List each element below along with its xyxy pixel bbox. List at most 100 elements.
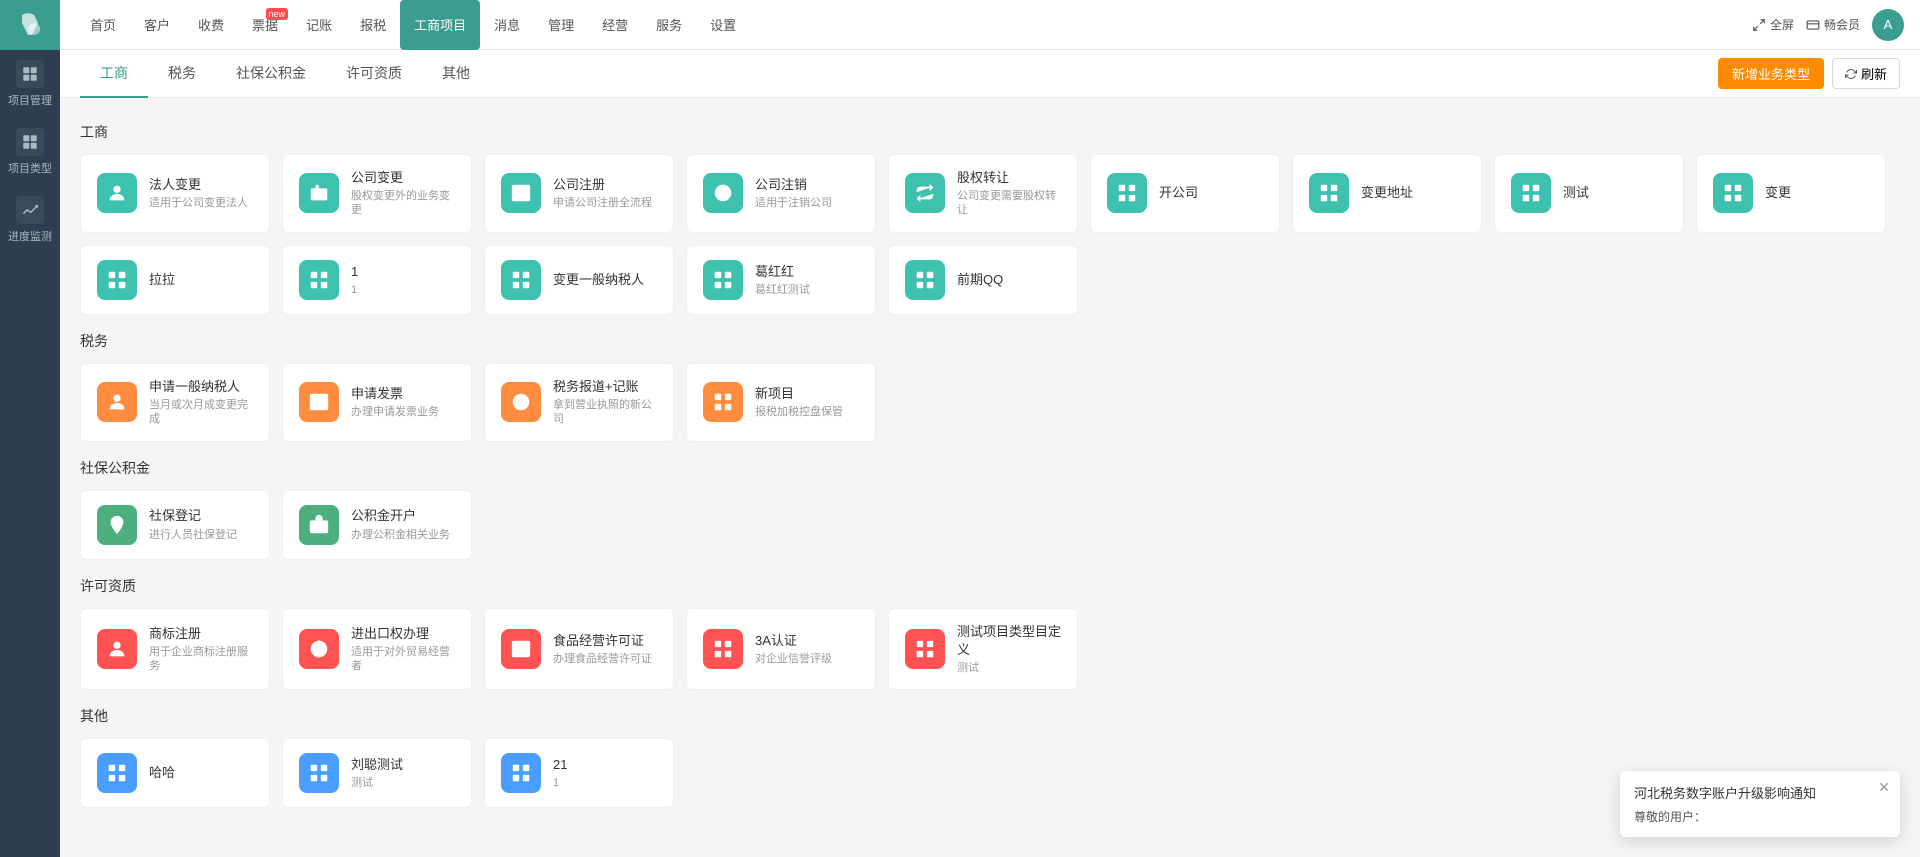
- card-title: 刘聪测试: [351, 756, 455, 774]
- card-desc: 办理公积金相关业务: [351, 528, 455, 542]
- nav-industry[interactable]: 工商项目: [400, 0, 480, 50]
- fullscreen-btn[interactable]: 全屏: [1752, 16, 1794, 33]
- card-food-permit[interactable]: 食品经营许可证 办理食品经营许可证: [484, 608, 674, 691]
- card-ge-honghong[interactable]: 葛红红 葛红红测试: [686, 245, 876, 315]
- new-type-button[interactable]: 新增业务类型: [1718, 58, 1824, 89]
- card-icon-import-export: [299, 629, 339, 669]
- card-lala[interactable]: 拉拉: [80, 245, 270, 315]
- card-icon-change2: [1713, 173, 1753, 213]
- card-test[interactable]: 测试: [1494, 154, 1684, 233]
- card-icon-lala: [97, 260, 137, 300]
- card-trademark[interactable]: 商标注册 用于企业商标注册服务: [80, 608, 270, 691]
- card-open-company[interactable]: 开公司: [1090, 154, 1280, 233]
- nav-message[interactable]: 消息: [480, 0, 534, 50]
- nav-service[interactable]: 服务: [642, 0, 696, 50]
- nav-customer[interactable]: 客户: [130, 0, 184, 50]
- tab-social[interactable]: 社保公积金: [216, 50, 326, 98]
- card-change-address[interactable]: 变更地址: [1292, 154, 1482, 233]
- content-header: 工商 税务 社保公积金 许可资质 其他 新增业务类型 刷新: [60, 50, 1920, 98]
- card-text-food-permit: 食品经营许可证 办理食品经营许可证: [553, 632, 657, 666]
- card-social-register[interactable]: 社保登记 进行人员社保登记: [80, 490, 270, 560]
- card-desc: 当月或次月成变更完成: [149, 398, 253, 427]
- card-front-qq[interactable]: 前期QQ: [888, 245, 1078, 315]
- card-company-register[interactable]: 公司注册 申请公司注册全流程: [484, 154, 674, 233]
- section-title-permit: 许可资质: [80, 576, 1900, 596]
- card-desc: 葛红红测试: [755, 283, 859, 297]
- card-change-taxpayer[interactable]: 变更一般纳税人: [484, 245, 674, 315]
- card-icon-social-register: [97, 505, 137, 545]
- card-liuchao-test[interactable]: 刘聪测试 测试: [282, 738, 472, 808]
- card-import-export[interactable]: 进出口权办理 适用于对外贸易经营者: [282, 608, 472, 691]
- card-apply-invoice[interactable]: 申请发票 办理申请发票业务: [282, 363, 472, 442]
- card-text-social-register: 社保登记 进行人员社保登记: [149, 507, 253, 541]
- card-num1[interactable]: 1 1: [282, 245, 472, 315]
- card-tax-report[interactable]: 税务报道+记账 拿到营业执照的新公司: [484, 363, 674, 442]
- nav-accounting[interactable]: 记账: [292, 0, 346, 50]
- nav-operation[interactable]: 经营: [588, 0, 642, 50]
- card-fund-open[interactable]: 公积金开户 办理公积金相关业务: [282, 490, 472, 560]
- card-icon-company-register: [501, 173, 541, 213]
- card-new-project[interactable]: 新项目 报税加税控盘保管: [686, 363, 876, 442]
- card-title: 税务报道+记账: [553, 378, 657, 396]
- card-desc: 适用于注销公司: [755, 196, 859, 210]
- tab-other[interactable]: 其他: [422, 50, 490, 98]
- nav-ticket[interactable]: 票据 new: [238, 0, 292, 50]
- card-3a-cert[interactable]: 3A认证 对企业信誉评级: [686, 608, 876, 691]
- card-text-apply-invoice: 申请发票 办理申请发票业务: [351, 385, 455, 419]
- nav-tax[interactable]: 报税: [346, 0, 400, 50]
- card-num21[interactable]: 21 1: [484, 738, 674, 808]
- card-text-ge-honghong: 葛红红 葛红红测试: [755, 263, 859, 297]
- card-icon-num21: [501, 753, 541, 793]
- card-haha[interactable]: 哈哈: [80, 738, 270, 808]
- card-icon-liuchao-test: [299, 753, 339, 793]
- sidebar-item-project-manage[interactable]: 项目管理: [0, 50, 60, 118]
- tab-tax[interactable]: 税务: [148, 50, 216, 98]
- user-avatar[interactable]: A: [1872, 9, 1904, 41]
- card-equity-transfer[interactable]: 股权转让 公司变更需要股权转让: [888, 154, 1078, 233]
- card-text-legal-change: 法人变更 适用于公司变更法人: [149, 176, 253, 210]
- card-test-type[interactable]: 测试项目类型目定义 测试: [888, 608, 1078, 691]
- card-text-test-type: 测试项目类型目定义 测试: [957, 623, 1061, 676]
- card-text-apply-taxpayer: 申请一般纳税人 当月或次月成变更完成: [149, 378, 253, 427]
- nav-manage[interactable]: 管理: [534, 0, 588, 50]
- refresh-button[interactable]: 刷新: [1832, 58, 1900, 89]
- card-icon-fund-open: [299, 505, 339, 545]
- main-area: 首页 客户 收费 票据 new 记账 报税 工商项目 消息 管理 经营 服务 设…: [60, 0, 1920, 857]
- card-desc: 拿到营业执照的新公司: [553, 398, 657, 427]
- card-desc: 用于企业商标注册服务: [149, 645, 253, 674]
- card-desc: 1: [553, 776, 657, 790]
- card-title: 新项目: [755, 385, 859, 403]
- card-icon-open-company: [1107, 173, 1147, 213]
- sidebar-item-progress-monitor[interactable]: 进度监测: [0, 186, 60, 254]
- card-icon-new-project: [703, 382, 743, 422]
- card-text-test: 测试: [1563, 184, 1667, 202]
- card-company-change[interactable]: 公司变更 股权变更外的业务变更: [282, 154, 472, 233]
- nav-settings[interactable]: 设置: [696, 0, 750, 50]
- card-title: 社保登记: [149, 507, 253, 525]
- tab-permit[interactable]: 许可资质: [326, 50, 422, 98]
- card-change2[interactable]: 变更: [1696, 154, 1886, 233]
- member-btn[interactable]: 畅会员: [1806, 16, 1860, 33]
- section-title-other: 其他: [80, 706, 1900, 726]
- card-icon-tax-report: [501, 382, 541, 422]
- card-text-change-taxpayer: 变更一般纳税人: [553, 271, 657, 289]
- social-cards: 社保登记 进行人员社保登记 公积金开户 办理公积金相关业务: [80, 490, 1900, 560]
- card-desc: 股权变更外的业务变更: [351, 189, 455, 218]
- card-apply-taxpayer[interactable]: 申请一般纳税人 当月或次月成变更完成: [80, 363, 270, 442]
- card-legal-change[interactable]: 法人变更 适用于公司变更法人: [80, 154, 270, 233]
- card-desc: 申请公司注册全流程: [553, 196, 657, 210]
- card-desc: 测试: [957, 661, 1061, 675]
- sidebar-item-project-type[interactable]: 项目类型: [0, 118, 60, 186]
- page-body: 工商 法人变更 适用于公司变更法人 公司变更: [60, 98, 1920, 840]
- card-icon-test-type: [905, 629, 945, 669]
- topnav-right: 全屏 畅会员 A: [1752, 9, 1904, 41]
- card-title: 法人变更: [149, 176, 253, 194]
- nav-billing[interactable]: 收费: [184, 0, 238, 50]
- nav-home[interactable]: 首页: [76, 0, 130, 50]
- tab-industry[interactable]: 工商: [80, 50, 148, 98]
- notification-close-button[interactable]: ✕: [1878, 779, 1890, 796]
- card-icon-change-taxpayer: [501, 260, 541, 300]
- card-company-cancel[interactable]: 公司注销 适用于注销公司: [686, 154, 876, 233]
- sidebar-item-label: 项目管理: [8, 92, 52, 108]
- card-icon-food-permit: [501, 629, 541, 669]
